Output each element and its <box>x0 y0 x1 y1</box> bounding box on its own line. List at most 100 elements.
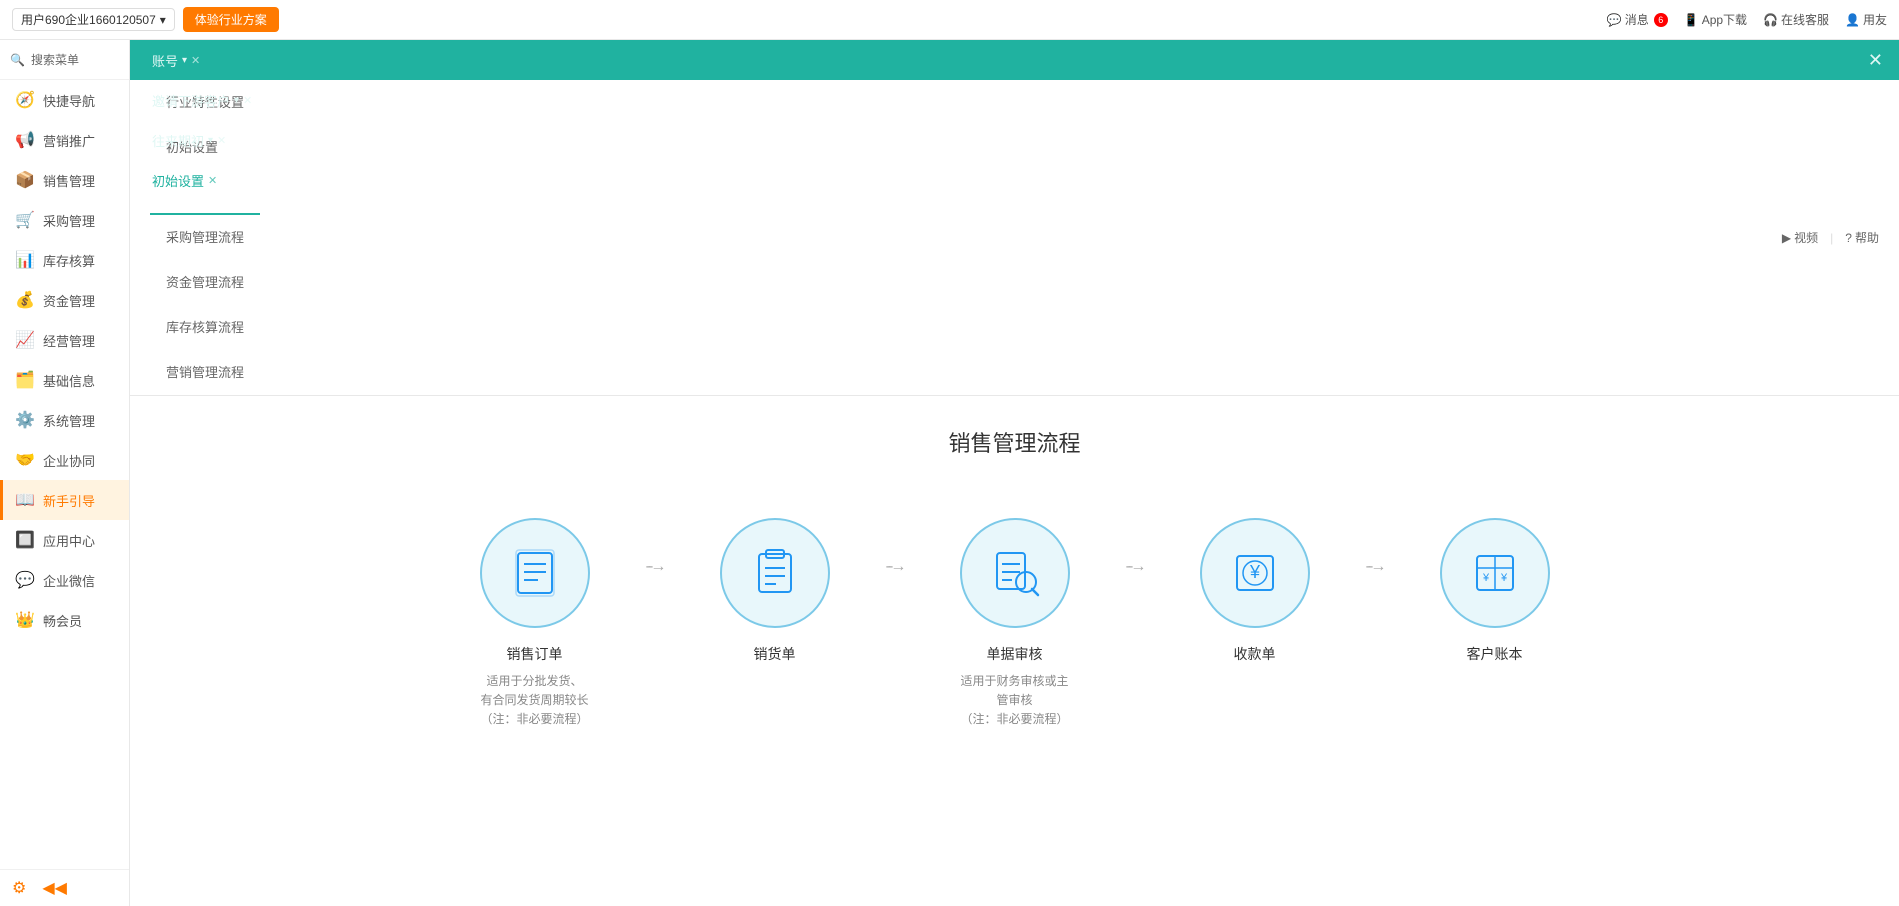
sidebar-item-系统管理[interactable]: ⚙️系统管理 <box>0 400 129 440</box>
video-link[interactable]: ▶ 视频 <box>1782 229 1818 246</box>
sidebar-item-采购管理[interactable]: 🛒采购管理 <box>0 200 129 240</box>
sidebar-label-6: 经营管理 <box>43 331 95 350</box>
flow-circle-1 <box>720 518 830 628</box>
user-item[interactable]: 👤 用友 <box>1845 11 1887 28</box>
flow-circle-2 <box>960 518 1070 628</box>
nav-tab-label-6: 初始设置 <box>152 171 204 190</box>
flow-arrow-3: --→ <box>1105 518 1165 576</box>
nav-tab-close-4[interactable]: ✕ <box>243 94 252 107</box>
sidebar-item-基础信息[interactable]: 🗂️ 基础信息 <box>0 360 129 400</box>
sidebar-nav: 🧭快捷导航📢营销推广 📦 销售管理 🛒采购管理📊库存核算 💰 资金管理 📈 经营管理 🗂️ 基础信… <box>0 80 129 640</box>
nav-tab-close-3[interactable]: ✕ <box>191 54 200 67</box>
flow-step-3[interactable]: ¥ 收款单 <box>1165 518 1345 672</box>
nav-tab-arrow-5: ▾ <box>208 135 213 146</box>
close-all-tabs-icon[interactable]: ✕ <box>1860 50 1891 71</box>
sub-tab-6[interactable]: 营销管理流程 <box>150 350 260 395</box>
app-download-label: App下载 <box>1702 11 1747 28</box>
sidebar-label-5: 资金管理 <box>43 291 95 310</box>
help-icon: ? <box>1845 231 1852 245</box>
sidebar-label-13: 畅会员 <box>43 611 82 630</box>
flow-arrow-2: --→ <box>865 518 925 576</box>
sidebar-search[interactable]: 🔍 搜索菜单 <box>0 40 129 80</box>
chevron-down-icon: ▾ <box>160 13 166 27</box>
avatar-icon: 👤 <box>1845 13 1860 27</box>
sidebar-label-3: 采购管理 <box>43 211 95 230</box>
sidebar-icon-12: 💬 <box>15 570 35 590</box>
nav-tab-4[interactable]: 邀请下游客户 ▾ ✕ <box>138 80 266 120</box>
sidebar-label-7: 基础信息 <box>43 371 95 390</box>
sidebar-icon-7: 🗂️ <box>15 370 35 390</box>
download-icon: 📱 <box>1684 13 1699 27</box>
sidebar-icon-6: 📈 <box>15 330 35 350</box>
sidebar-item-企业微信[interactable]: 💬企业微信 <box>0 560 129 600</box>
flow-step-2[interactable]: 单据审核适用于财务审核或主 管审核 （注：非必要流程） <box>925 518 1105 730</box>
flow-label-4: 客户账本 <box>1467 644 1523 664</box>
sidebar-bottom: ⚙ ◀◀ <box>0 869 129 906</box>
online-service-item[interactable]: 🎧 在线客服 <box>1763 11 1829 28</box>
sidebar-item-营销推广[interactable]: 📢营销推广 <box>0 120 129 160</box>
nav-tab-3[interactable]: 账号 ▾ ✕ <box>138 40 266 80</box>
sidebar-icon-4: 📊 <box>15 250 35 270</box>
sidebar-label-10: 新手引导 <box>43 491 95 510</box>
sidebar-icon-5: 💰 <box>15 290 35 310</box>
trial-button[interactable]: 体验行业方案 <box>183 7 279 32</box>
settings-icon[interactable]: ⚙ <box>12 878 26 898</box>
message-badge: 6 <box>1654 13 1668 27</box>
sidebar-label-9: 企业协同 <box>43 451 95 470</box>
help-label: 帮助 <box>1855 229 1879 246</box>
flow-step-4[interactable]: ¥ ¥ 客户账本 <box>1405 518 1585 672</box>
help-link[interactable]: ? 帮助 <box>1845 229 1879 246</box>
online-service-label: 在线客服 <box>1781 11 1829 28</box>
sub-tab-4[interactable]: 资金管理流程 <box>150 260 260 305</box>
flow-step-0[interactable]: 销售订单适用于分批发货、 有合同发货周期较长 （注：非必要流程） <box>445 518 625 730</box>
sidebar-item-库存核算[interactable]: 📊库存核算 <box>0 240 129 280</box>
nav-tab-6[interactable]: 初始设置 ✕ <box>138 160 266 200</box>
sub-tabs: 行业特性设置初始设置销售管理流程采购管理流程资金管理流程库存核算流程营销管理流程… <box>130 80 1899 396</box>
sidebar: 🐰 畅捷通好生意 标准版 🔍 搜索菜单 🧭快捷导航📢营销推广📦销售管理🛒采购管理… <box>0 0 130 906</box>
sidebar-item-经营管理[interactable]: 📈 经营管理 <box>0 320 129 360</box>
sidebar-item-企业协同[interactable]: 🤝企业协同 <box>0 440 129 480</box>
nav-tab-label-5: 往来期初 <box>152 131 204 150</box>
flow-diagram: 销售订单适用于分批发货、 有合同发货周期较长 （注：非必要流程） --→ 销货单 -… <box>170 518 1859 730</box>
nav-tab-label-4: 邀请下游客户 <box>152 91 230 110</box>
top-bar: 用户690企业1660120507 ▾ 体验行业方案 💬 消息 6 📱 App下… <box>0 0 1899 40</box>
video-label: 视频 <box>1794 229 1818 246</box>
nav-tab-arrow-4: ▾ <box>234 95 239 106</box>
sidebar-item-新手引导[interactable]: 📖 新手引导 <box>0 480 129 520</box>
message-icon: 💬 <box>1607 13 1622 27</box>
flow-arrow-4: --→ <box>1345 518 1405 576</box>
sidebar-label-8: 系统管理 <box>43 411 95 430</box>
sidebar-icon-2: 📦 <box>15 170 35 190</box>
nav-tab-close-6[interactable]: ✕ <box>208 174 217 187</box>
sidebar-icon-13: 👑 <box>15 610 35 630</box>
sub-tab-actions: ▶ 视频 | ? 帮助 <box>1782 229 1879 246</box>
flow-label-2: 单据审核 <box>987 644 1043 664</box>
user-selector[interactable]: 用户690企业1660120507 ▾ <box>12 8 175 31</box>
top-bar-left: 用户690企业1660120507 ▾ 体验行业方案 <box>12 7 279 32</box>
sidebar-item-快捷导航[interactable]: 🧭快捷导航 <box>0 80 129 120</box>
divider: | <box>1830 231 1833 245</box>
message-item[interactable]: 💬 消息 6 <box>1607 11 1668 28</box>
search-icon: 🔍 <box>10 53 25 67</box>
svg-text:¥: ¥ <box>1499 572 1507 584</box>
sidebar-item-应用中心[interactable]: 🔲应用中心 <box>0 520 129 560</box>
nav-tabs: 首页物流快递 ▾ ✕在线支付 ▾ ✕账号 ▾ ✕邀请下游客户 ▾ ✕往来期初 ▾… <box>130 40 1899 80</box>
sidebar-item-畅会员[interactable]: 👑 畅会员 <box>0 600 129 640</box>
sidebar-label-2: 销售管理 <box>43 171 95 190</box>
nav-tab-5[interactable]: 往来期初 ▾ ✕ <box>138 120 266 160</box>
sub-tab-3[interactable]: 采购管理流程 <box>150 215 260 260</box>
flow-step-1[interactable]: 销货单 <box>685 518 865 672</box>
nav-tab-close-5[interactable]: ✕ <box>217 134 226 147</box>
main-content: 行业特性设置初始设置销售管理流程采购管理流程资金管理流程库存核算流程营销管理流程… <box>130 80 1899 906</box>
sidebar-label-1: 营销推广 <box>43 131 95 150</box>
sidebar-icon-10: 📖 <box>15 490 35 510</box>
flow-circle-0 <box>480 518 590 628</box>
message-label: 消息 <box>1625 11 1649 28</box>
sidebar-item-销售管理[interactable]: 📦 销售管理 <box>0 160 129 200</box>
collapse-icon[interactable]: ◀◀ <box>42 878 67 898</box>
user-label: 用友 <box>1863 11 1887 28</box>
flow-label-1: 销货单 <box>754 644 796 664</box>
app-download-item[interactable]: 📱 App下载 <box>1684 11 1747 28</box>
sidebar-item-资金管理[interactable]: 💰 资金管理 <box>0 280 129 320</box>
sub-tab-5[interactable]: 库存核算流程 <box>150 305 260 350</box>
